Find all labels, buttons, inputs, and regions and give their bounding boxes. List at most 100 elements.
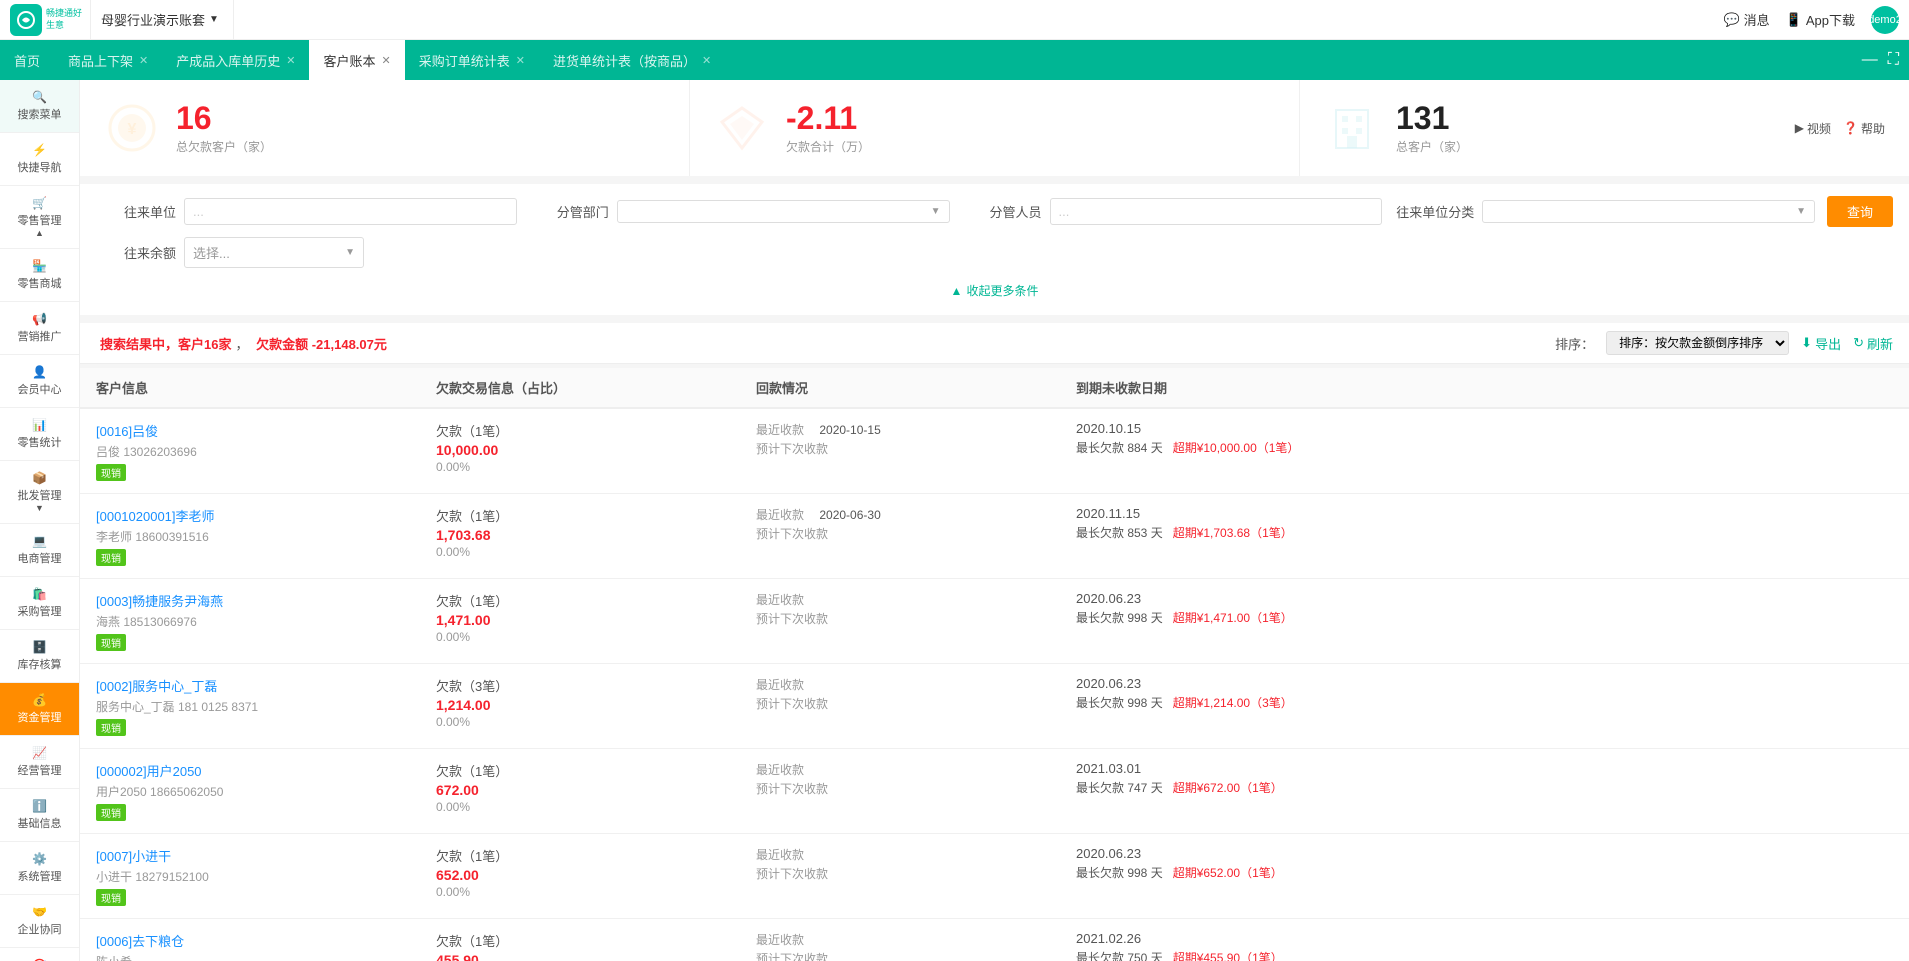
sidebar-item-ops-mgmt[interactable]: 📈 经营管理 [0,736,79,789]
customer-name-5[interactable]: [0007]小进干 [96,846,436,865]
nav-minimize-icon[interactable]: — [1862,51,1878,69]
customer-name-1[interactable]: [0001020001]李老师 [96,506,436,525]
tab-product-shelf[interactable]: 商品上下架 ✕ [54,40,162,80]
tab-customer-account[interactable]: 客户账本 ✕ [309,40,404,80]
sidebar-item-finance[interactable]: 💰 资金管理 [0,683,79,736]
sidebar-item-quick-nav[interactable]: ⚡ 快捷导航 [0,133,79,186]
debt-amount-5: 652.00 [436,867,756,883]
filter-area: 往来单位 ... 分管部门 ▼ 分管人员 ... [80,184,1909,315]
table-row: [000002]用户2050 用户2050 18665062050 现销 欠款（… [80,749,1909,834]
customer-name-3[interactable]: [0002]服务中心_丁磊 [96,676,436,695]
sidebar-item-retail-stats[interactable]: 📊 零售统计 [0,408,79,461]
debt-info-3: 欠款（3笔） 1,214.00 0.00% [436,676,756,729]
video-btn[interactable]: ▶ 视频 [1795,120,1831,137]
sidebar-inventory-label: 库存核算 [4,656,75,672]
col-debt: 欠款交易信息（占比） [436,378,756,397]
overdue-link-4[interactable]: 超期¥672.00（1笔） [1173,781,1283,795]
tab-home[interactable]: 首页 [0,40,54,80]
overdue-link-5[interactable]: 超期¥652.00（1笔） [1173,866,1283,880]
sidebar-item-basic-info[interactable]: ℹ️ 基础信息 [0,789,79,842]
payback-last-label-2: 最近收款 [756,593,804,607]
tab-product-shelf-close[interactable]: ✕ [139,54,148,67]
table-row: [0001020001]李老师 李老师 18600391516 现销 欠款（1笔… [80,494,1909,579]
system-select[interactable]: 母婴行业演示账套 ▼ [90,0,234,39]
customer-contact-0: 吕俊 13026203696 [96,443,436,460]
payback-last-3: 最近收款 [756,676,1076,693]
sidebar-item-batch-mgmt[interactable]: 📦 批发管理 ▼ [0,461,79,524]
tab-purchase-order-close[interactable]: ✕ [516,54,525,67]
debt-count-2: 欠款（1笔） [436,591,756,610]
overdue-link-2[interactable]: 超期¥1,471.00（1笔） [1173,611,1293,625]
filter-dept: 分管部门 ▼ [529,200,950,223]
sort-select[interactable]: 排序：按欠款金额倒序排序 [1606,331,1789,355]
tab-product-history[interactable]: 产成品入库单历史 ✕ [162,40,309,80]
customer-tag-5: 现销 [96,889,126,906]
results-summary: 搜索结果中，客户16家 [100,337,231,352]
sidebar-item-corp[interactable]: 🤝 企业协同 [0,895,79,948]
customer-info-4: [000002]用户2050 用户2050 18665062050 现销 [96,761,436,821]
sidebar-system-label: 系统管理 [4,868,75,884]
payback-last-label-0: 最近收款 [756,423,804,437]
customer-name-2[interactable]: [0003]畅捷服务尹海燕 [96,591,436,610]
filter-manager-label: 分管人员 [962,202,1042,221]
refresh-btn[interactable]: ↻ 刷新 [1853,334,1893,353]
overdue-info-5: 2020.06.23 最长欠款 998 天 超期¥652.00（1笔） [1076,846,1893,881]
query-button[interactable]: 查询 [1827,196,1893,227]
app-download-btn[interactable]: 📱 App下载 [1786,10,1855,29]
help-btn[interactable]: ❓ 帮助 [1843,120,1885,137]
system-icon: ⚙️ [4,852,75,866]
message-btn[interactable]: 💬 消息 [1723,10,1769,29]
collapse-bar[interactable]: ▲ 收起更多条件 [96,278,1893,303]
sidebar-item-marketing[interactable]: 📢 营销推广 [0,302,79,355]
sidebar-item-system[interactable]: ⚙️ 系统管理 [0,842,79,895]
table-header: 客户信息 欠款交易信息（占比） 回款情况 到期未收款日期 [80,368,1909,409]
tab-purchase-stats[interactable]: 进货单统计表（按商品） ✕ [539,40,725,80]
filter-manager-input[interactable]: ... [1050,198,1383,225]
sidebar-item-member[interactable]: 👤 会员中心 [0,355,79,408]
filter-balance-label: 往来余额 [96,243,176,262]
sidebar-item-purchase-mgmt[interactable]: 🛍️ 采购管理 [0,577,79,630]
tab-product-history-close[interactable]: ✕ [286,54,295,67]
sidebar-item-inventory[interactable]: 🗄️ 库存核算 [0,630,79,683]
sidebar-item-retail-store[interactable]: 🏪 零售商城 [0,249,79,302]
filter-source-category: 往来单位分类 ▼ [1394,200,1815,223]
overdue-link-0[interactable]: 超期¥10,000.00（1笔） [1173,441,1300,455]
debt-info-6: 欠款（1笔） 455.90 0.00% [436,931,756,961]
user-menu[interactable]: demo2 [1871,6,1899,34]
tab-customer-account-close[interactable]: ✕ [382,54,391,67]
results-actions: 排序： 排序：按欠款金额倒序排序 ⬇ 导出 ↻ 刷新 [1555,331,1893,355]
debt-count-0: 欠款（1笔） [436,421,756,440]
filter-source-category-input[interactable]: ▼ [1482,200,1815,223]
overdue-date-4: 2021.03.01 [1076,761,1893,776]
stat-info-amount: -2.11 欠款合计（万） [786,102,1275,155]
balance-value: 选择... [193,243,230,262]
filter-row-2: 往来余额 选择... ▼ [96,237,1893,268]
export-btn[interactable]: ⬇ 导出 [1801,334,1841,353]
payback-last-label-5: 最近收款 [756,848,804,862]
customer-name-0[interactable]: [0016]吕俊 [96,421,436,440]
customer-name-4[interactable]: [000002]用户2050 [96,761,436,780]
inventory-icon: 🗄️ [4,640,75,654]
results-bar: 搜索结果中，客户16家， 欠款金额 -21,148.07元 排序： 排序：按欠款… [80,323,1909,364]
customer-name-6[interactable]: [0006]去下粮仓 [96,931,436,950]
tab-purchase-stats-close[interactable]: ✕ [702,54,711,67]
sidebar-marketing-label: 营销推广 [4,328,75,344]
sidebar-item-search[interactable]: 🔍 搜索菜单 [0,80,79,133]
customer-tag-3: 现销 [96,719,126,736]
overdue-link-1[interactable]: 超期¥1,703.68（1笔） [1173,526,1293,540]
sidebar-item-ecommerce[interactable]: 💻 电商管理 [0,524,79,577]
tab-purchase-order[interactable]: 采购订单统计表 ✕ [405,40,539,80]
search-icon: 🔍 [4,90,75,104]
nav-right-controls: — ⛶ [1852,40,1909,80]
filter-dept-input[interactable]: ▼ [617,200,950,223]
filter-balance-input[interactable]: 选择... ▼ [184,237,364,268]
filter-source-unit-input[interactable]: ... [184,198,517,225]
payback-last-5: 最近收款 [756,846,1076,863]
overdue-link-3[interactable]: 超期¥1,214.00（3笔） [1173,696,1293,710]
sidebar-item-retail-mgmt[interactable]: 🛒 零售管理 ▲ [0,186,79,249]
customer-info-0: [0016]吕俊 吕俊 13026203696 现销 [96,421,436,481]
overdue-link-6[interactable]: 超期¥455.90（1笔） [1173,951,1283,961]
sidebar-item-newbie[interactable]: 🎯 新手引导 [0,948,79,961]
nav-maximize-icon[interactable]: ⛶ [1888,51,1899,69]
table-row: [0003]畅捷服务尹海燕 海燕 18513066976 现销 欠款（1笔） 1… [80,579,1909,664]
